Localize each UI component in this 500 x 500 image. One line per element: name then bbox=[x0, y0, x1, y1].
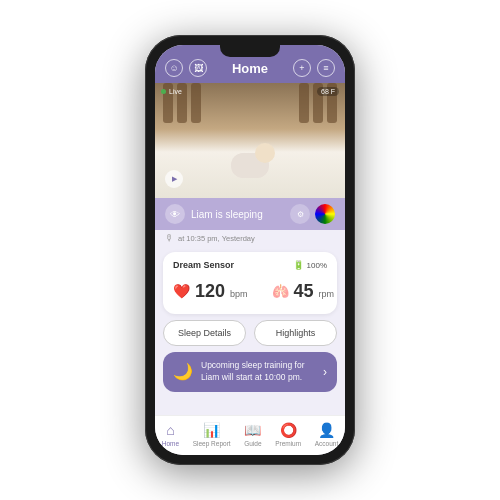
vitals-row: ❤️ 120 bpm 🫁 45 rpm bbox=[173, 276, 327, 306]
banner-text: Upcoming sleep training for Liam will st… bbox=[201, 360, 315, 384]
sensor-header: Dream Sensor 🔋 100% bbox=[173, 260, 327, 270]
nav-home[interactable]: ⌂ Home bbox=[162, 422, 179, 447]
mic-icon: 🎙 bbox=[165, 233, 174, 243]
filter-icon[interactable]: ≡ bbox=[317, 59, 335, 77]
eye-icon: 👁 bbox=[165, 204, 185, 224]
crib-decoration bbox=[155, 83, 345, 198]
account-icon: 👤 bbox=[318, 422, 335, 438]
play-button[interactable]: ▶ bbox=[165, 170, 183, 188]
nav-account[interactable]: 👤 Account bbox=[315, 422, 339, 447]
live-dot bbox=[161, 89, 166, 94]
phone-notch bbox=[220, 45, 280, 57]
lungs-icon: 🫁 bbox=[272, 283, 289, 299]
status-section: 👁 Liam is sleeping ⚙ bbox=[155, 198, 345, 230]
phone-screen: ☺ 🖼 Home + ≡ bbox=[155, 45, 345, 455]
banner-arrow-icon: › bbox=[323, 365, 327, 379]
status-text: Liam is sleeping bbox=[191, 209, 263, 220]
settings-icon[interactable]: ⚙ bbox=[290, 204, 310, 224]
top-bar-right-icons: + ≡ bbox=[293, 59, 335, 77]
nav-account-label: Account bbox=[315, 440, 339, 447]
main-content: Dream Sensor 🔋 100% ❤️ 120 bpm 🫁 bbox=[155, 246, 345, 415]
sleep-training-banner[interactable]: 🌙 Upcoming sleep training for Liam will … bbox=[163, 352, 337, 392]
camera-feed: Live 68 F ▶ bbox=[155, 83, 345, 198]
nav-guide-label: Guide bbox=[244, 440, 261, 447]
status-right-buttons: ⚙ bbox=[290, 204, 335, 224]
add-icon[interactable]: + bbox=[293, 59, 311, 77]
nav-sleep-report[interactable]: 📊 Sleep Report bbox=[193, 422, 231, 447]
nav-guide[interactable]: 📖 Guide bbox=[244, 422, 261, 447]
sleep-details-button[interactable]: Sleep Details bbox=[163, 320, 246, 346]
resp-rate-unit: rpm bbox=[319, 289, 335, 299]
book-icon: 📖 bbox=[244, 422, 261, 438]
bottom-nav: ⌂ Home 📊 Sleep Report 📖 Guide ⭕ Premium … bbox=[155, 415, 345, 455]
camera-status-bar: Live 68 F bbox=[161, 87, 339, 96]
action-buttons: Sleep Details Highlights bbox=[163, 320, 337, 346]
resp-rate-value: 45 bbox=[294, 281, 314, 302]
moon-icon: 🌙 bbox=[173, 362, 193, 381]
phone-shell: ☺ 🖼 Home + ≡ bbox=[145, 35, 355, 465]
nav-premium-label: Premium bbox=[275, 440, 301, 447]
nav-sleep-report-label: Sleep Report bbox=[193, 440, 231, 447]
heart-icon: ❤️ bbox=[173, 283, 190, 299]
nav-premium[interactable]: ⭕ Premium bbox=[275, 422, 301, 447]
top-bar-left-icons: ☺ 🖼 bbox=[165, 59, 207, 77]
resp-rate-item: 🫁 45 rpm bbox=[272, 281, 335, 302]
baby-head bbox=[255, 143, 275, 163]
baby-figure bbox=[225, 143, 275, 178]
photo-icon[interactable]: 🖼 bbox=[189, 59, 207, 77]
timestamp-row: 🎙 at 10:35 pm, Yesterday bbox=[155, 230, 345, 246]
nav-home-label: Home bbox=[162, 440, 179, 447]
temperature-badge: 68 F bbox=[317, 87, 339, 96]
chart-icon: 📊 bbox=[203, 422, 220, 438]
smiley-icon[interactable]: ☺ bbox=[165, 59, 183, 77]
sensor-title: Dream Sensor bbox=[173, 260, 234, 270]
sensor-card: Dream Sensor 🔋 100% ❤️ 120 bpm 🫁 bbox=[163, 252, 337, 314]
live-label: Live bbox=[169, 88, 182, 95]
premium-icon: ⭕ bbox=[280, 422, 297, 438]
battery-icon: 🔋 bbox=[293, 260, 304, 270]
heart-rate-unit: bpm bbox=[230, 289, 248, 299]
color-wheel-icon[interactable] bbox=[315, 204, 335, 224]
timestamp-text: at 10:35 pm, Yesterday bbox=[178, 234, 255, 243]
status-left: 👁 Liam is sleeping bbox=[165, 204, 263, 224]
battery-label: 100% bbox=[307, 261, 327, 270]
home-icon: ⌂ bbox=[166, 422, 174, 438]
highlights-button[interactable]: Highlights bbox=[254, 320, 337, 346]
live-badge: Live bbox=[161, 88, 182, 95]
battery-indicator: 🔋 100% bbox=[293, 260, 327, 270]
page-title: Home bbox=[232, 61, 268, 76]
heart-rate-item: ❤️ 120 bpm bbox=[173, 281, 248, 302]
heart-rate-value: 120 bbox=[195, 281, 225, 302]
